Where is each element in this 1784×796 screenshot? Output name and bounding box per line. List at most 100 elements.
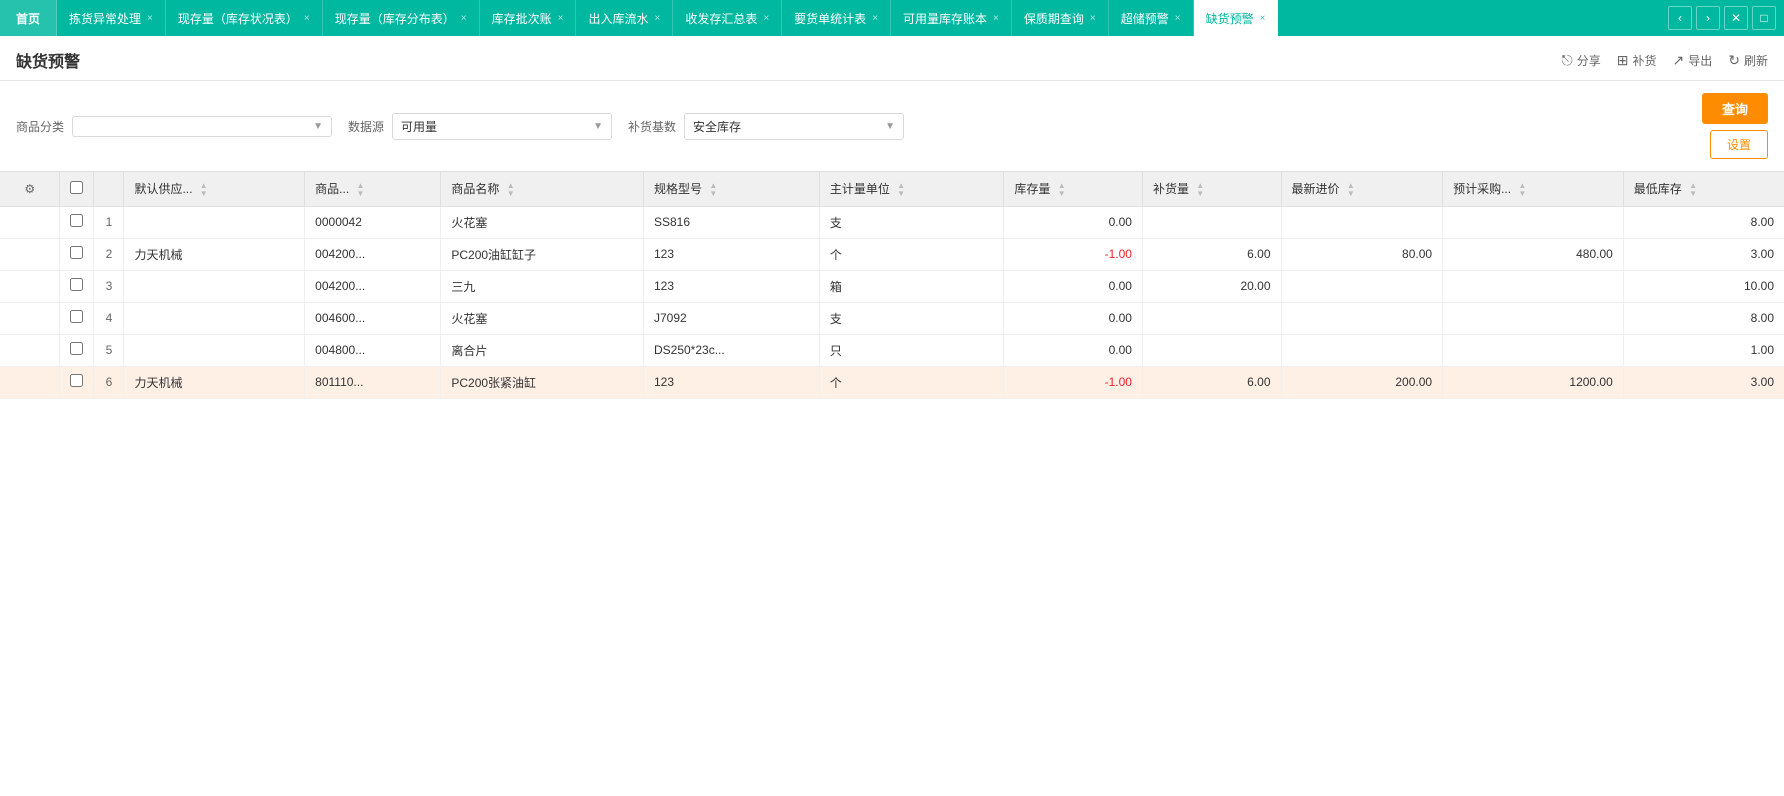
tab-current-stock-dist[interactable]: 现存量（库存分布表） × [323,0,480,36]
page-header: 缺货预警 ⎋ 分享 ⊞ 补货 ↗ 导出 ↻ 刷新 [0,36,1784,81]
tab-available-ledger[interactable]: 可用量库存账本 × [891,0,1012,36]
row-supplier: 力天机械 [124,238,305,270]
row-stock: 0.00 [1004,270,1143,302]
refresh-icon: ↻ [1728,52,1740,69]
export-button[interactable]: ↗ 导出 [1673,52,1713,69]
close-icon[interactable]: × [1090,13,1096,24]
close-icon[interactable]: × [872,13,878,24]
close-icon[interactable]: × [1260,13,1266,24]
row-spec: J7092 [643,302,819,334]
refresh-button[interactable]: ↻ 刷新 [1728,52,1768,69]
row-checkbox[interactable] [70,214,83,227]
row-spec: DS250*23c... [643,334,819,366]
replenish-button[interactable]: ⊞ 补货 [1617,52,1657,69]
row-checkbox-cell[interactable] [60,366,94,398]
row-product-name: 火花塞 [441,302,644,334]
category-select[interactable]: ▼ [72,116,332,137]
select-all-checkbox[interactable] [70,181,83,194]
export-icon: ↗ [1673,52,1685,69]
row-checkbox[interactable] [70,246,83,259]
share-button[interactable]: ⎋ 分享 [1562,52,1601,69]
col-estimated-purchase: 预计采购... ▲▼ [1443,172,1624,207]
nav-prev-button[interactable]: ‹ [1668,6,1692,30]
page-title: 缺货预警 [16,48,80,72]
close-icon[interactable]: × [147,13,153,24]
settings-icon[interactable]: ⚙ [24,182,35,196]
tab-overstock[interactable]: 超储预警 × [1109,0,1194,36]
row-stock: -1.00 [1004,238,1143,270]
row-checkbox[interactable] [70,310,83,323]
tab-summary[interactable]: 收发存汇总表 × [673,0,782,36]
row-product-name: PC200张紧油缸 [441,366,644,398]
col-spec: 规格型号 ▲▼ [643,172,819,207]
tab-order-stats[interactable]: 要货单统计表 × [782,0,891,36]
row-product-code: 004200... [305,270,441,302]
row-checkbox-cell[interactable] [60,334,94,366]
tab-batch-account[interactable]: 库存批次账 × [480,0,577,36]
filter-datasource-item: 数据源 可用量 ▼ [348,113,612,140]
row-checkbox[interactable] [70,374,83,387]
close-icon[interactable]: × [304,13,310,24]
nav-next-button[interactable]: › [1696,6,1720,30]
row-checkbox-cell[interactable] [60,270,94,302]
row-index: 1 [94,206,124,238]
col-checkbox[interactable] [60,172,94,207]
sort-icon: ▲▼ [1058,182,1066,198]
row-checkbox[interactable] [70,342,83,355]
close-icon[interactable]: × [993,13,999,24]
table-row: 5 004800... 离合片 DS250*23c... 只 0.00 1.00 [0,334,1784,366]
tab-shelf-life[interactable]: 保质期查询 × [1012,0,1109,36]
col-settings[interactable]: ⚙ [0,172,60,207]
nav-close-button[interactable]: ✕ [1724,6,1748,30]
close-icon[interactable]: × [558,13,564,24]
table-row: 4 004600... 火花塞 J7092 支 0.00 8.00 [0,302,1784,334]
row-min-stock: 3.00 [1623,366,1784,398]
tab-current-stock-status[interactable]: 现存量（库存状况表） × [166,0,323,36]
query-button[interactable]: 查询 [1702,93,1768,124]
tab-home[interactable]: 首页 [0,0,57,36]
nav-maximize-button[interactable]: □ [1752,6,1776,30]
close-icon[interactable]: × [654,13,660,24]
tab-shortage[interactable]: 缺货预警 × [1194,0,1279,36]
share-icon: ⎋ [1562,52,1573,69]
close-icon[interactable]: × [1175,13,1181,24]
row-checkbox[interactable] [70,278,83,291]
row-settings-cell [0,366,60,398]
table-row: 3 004200... 三九 123 箱 0.00 20.00 10.00 [0,270,1784,302]
row-stock: 0.00 [1004,302,1143,334]
row-index: 3 [94,270,124,302]
sort-icon: ▲▼ [1347,182,1355,198]
row-spec: SS816 [643,206,819,238]
row-checkbox-cell[interactable] [60,206,94,238]
row-latest-price [1281,270,1443,302]
col-stock: 库存量 ▲▼ [1004,172,1143,207]
row-latest-price [1281,302,1443,334]
sort-icon: ▲▼ [1196,182,1204,198]
row-min-stock: 10.00 [1623,270,1784,302]
row-checkbox-cell[interactable] [60,238,94,270]
table-header-row: ⚙ 默认供应... ▲▼ 商品... ▲▼ 商品名称 [0,172,1784,207]
close-icon[interactable]: × [461,13,467,24]
setting-button[interactable]: 设置 [1710,130,1768,159]
datasource-select[interactable]: 可用量 ▼ [392,113,612,140]
row-estimated-purchase [1443,302,1624,334]
close-icon[interactable]: × [763,13,769,24]
datasource-select-value: 可用量 [401,118,437,135]
filter-replenish-base-item: 补货基数 安全库存 ▼ [628,113,904,140]
row-supplier: 力天机械 [124,366,305,398]
row-product-name: 火花塞 [441,206,644,238]
row-supplier [124,302,305,334]
chevron-down-icon: ▼ [885,121,895,132]
row-latest-price: 200.00 [1281,366,1443,398]
tab-picking-exception[interactable]: 拣货异常处理 × [57,0,166,36]
row-replenish: 6.00 [1142,238,1281,270]
sort-icon: ▲▼ [709,182,717,198]
tab-flow[interactable]: 出入库流水 × [576,0,673,36]
sort-icon: ▲▼ [1518,182,1526,198]
row-latest-price: 80.00 [1281,238,1443,270]
table-body: 1 0000042 火花塞 SS816 支 0.00 8.00 2 力天机械 0… [0,206,1784,398]
sort-icon: ▲▼ [507,182,515,198]
row-spec: 123 [643,366,819,398]
row-checkbox-cell[interactable] [60,302,94,334]
replenish-base-select[interactable]: 安全库存 ▼ [684,113,904,140]
